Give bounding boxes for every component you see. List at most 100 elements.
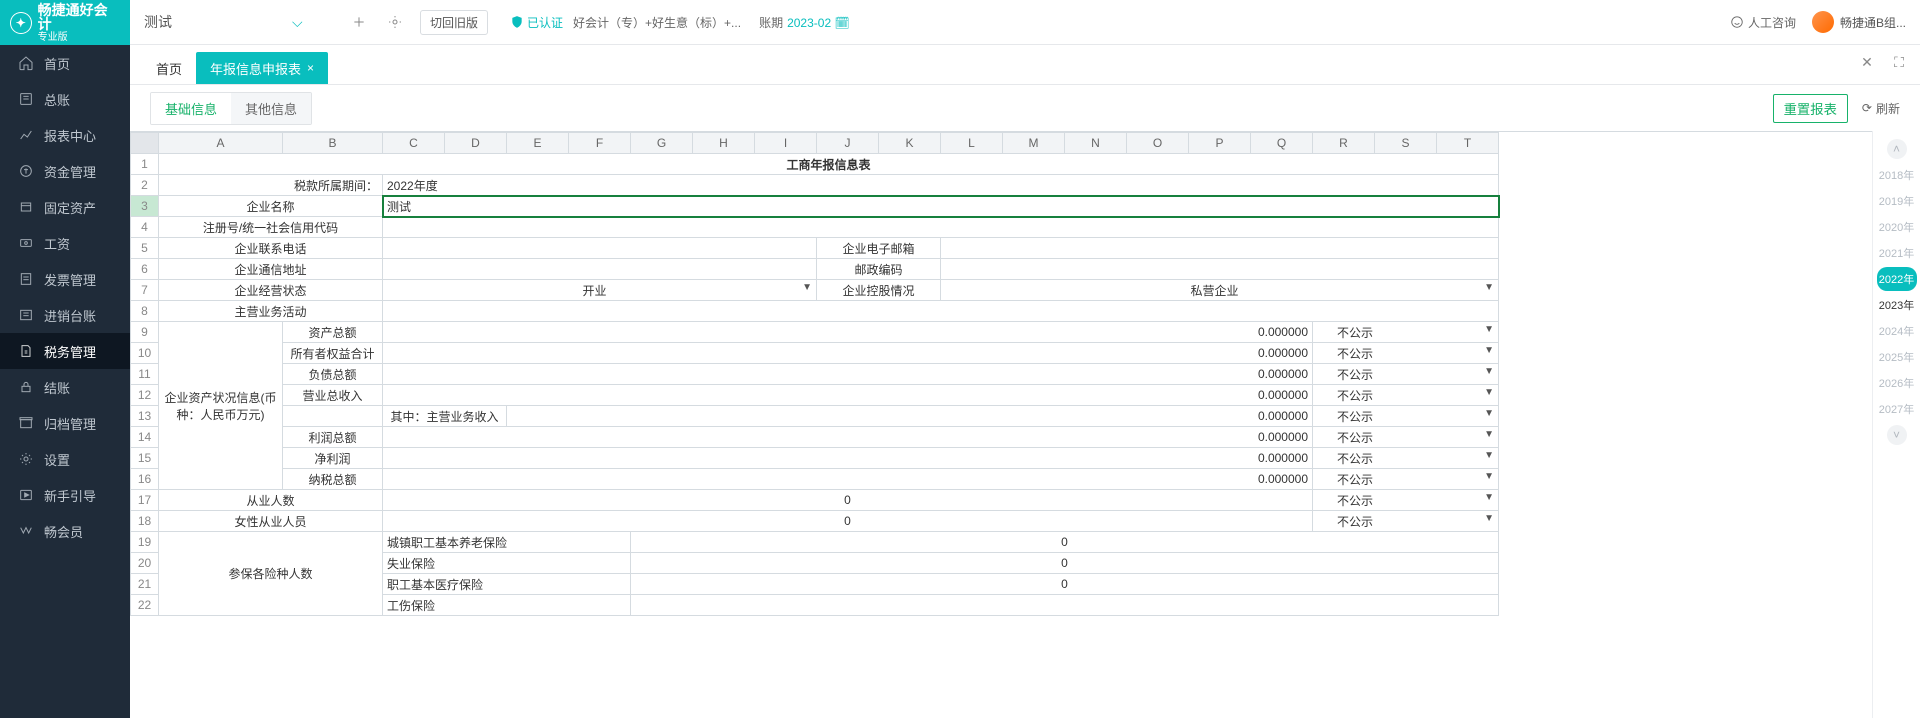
cell-value[interactable]: 0.000000 <box>383 469 1313 490</box>
year-item[interactable]: 2021年 <box>1877 241 1917 265</box>
cell-value[interactable]: 0 <box>631 553 1499 574</box>
cell-value[interactable] <box>941 238 1499 259</box>
cell-label[interactable]: 失业保险 <box>383 553 631 574</box>
calendar-icon[interactable]: 🗓 <box>834 16 849 30</box>
dropdown-cell[interactable]: 私营企业▼ <box>941 280 1499 301</box>
sheet-scroll[interactable]: A B C D E F G H I J K L M <box>130 131 1872 718</box>
col-header[interactable]: J <box>817 133 879 154</box>
row-header[interactable]: 4 <box>131 217 159 238</box>
add-icon[interactable] <box>348 11 370 33</box>
cell-label[interactable]: 营业总收入 <box>283 385 383 406</box>
period-value[interactable]: 2023-02 <box>787 16 831 30</box>
col-header[interactable]: O <box>1127 133 1189 154</box>
refresh-button[interactable]: ⟳刷新 <box>1862 100 1900 117</box>
row-header[interactable]: 7 <box>131 280 159 301</box>
row-header[interactable]: 5 <box>131 238 159 259</box>
cell-label[interactable]: 所有者权益合计 <box>283 343 383 364</box>
row-header[interactable]: 8 <box>131 301 159 322</box>
cell-label[interactable]: 负债总额 <box>283 364 383 385</box>
cell-value[interactable] <box>631 595 1499 616</box>
row-header[interactable]: 11 <box>131 364 159 385</box>
year-item[interactable]: 2018年 <box>1877 163 1917 187</box>
sidebar-item-ledger[interactable]: 总账 <box>0 81 130 117</box>
cell-value[interactable]: 0.000000 <box>383 343 1313 364</box>
row-header[interactable]: 15 <box>131 448 159 469</box>
col-header[interactable]: G <box>631 133 693 154</box>
user-menu[interactable]: 畅捷通B组... <box>1812 11 1906 33</box>
support-link[interactable]: 人工咨询 <box>1730 14 1796 31</box>
col-header[interactable]: K <box>879 133 941 154</box>
col-header[interactable]: I <box>755 133 817 154</box>
subtab-basic[interactable]: 基础信息 <box>151 93 231 124</box>
cell-label[interactable]: 税款所属期间： <box>159 175 383 196</box>
cell-value[interactable]: 0.000000 <box>383 322 1313 343</box>
sidebar-item-reports[interactable]: 报表中心 <box>0 117 130 153</box>
sidebar-item-closing[interactable]: 结账 <box>0 369 130 405</box>
close-icon[interactable]: × <box>307 61 314 75</box>
row-header[interactable]: 19 <box>131 532 159 553</box>
col-header[interactable]: B <box>283 133 383 154</box>
col-header[interactable]: M <box>1003 133 1065 154</box>
col-header[interactable]: E <box>507 133 569 154</box>
cell-label[interactable]: 其中：主营业务收入 <box>383 406 507 427</box>
dropdown-cell[interactable]: 不公示▼ <box>1313 427 1499 448</box>
year-prev-icon[interactable]: ˄ <box>1887 139 1907 159</box>
cell-value[interactable]: 0.000000 <box>383 385 1313 406</box>
col-header[interactable]: F <box>569 133 631 154</box>
dropdown-cell[interactable]: 不公示▼ <box>1313 511 1499 532</box>
row-header[interactable]: 9 <box>131 322 159 343</box>
switch-old-button[interactable]: 切回旧版 <box>420 10 488 35</box>
row-header[interactable]: 14 <box>131 427 159 448</box>
cell-label[interactable]: 邮政编码 <box>817 259 941 280</box>
col-header[interactable]: L <box>941 133 1003 154</box>
row-header[interactable]: 12 <box>131 385 159 406</box>
cell-value[interactable]: 0 <box>383 511 1313 532</box>
tab-close-all-icon[interactable]: ✕ <box>1856 51 1878 73</box>
dropdown-cell[interactable]: 不公示▼ <box>1313 343 1499 364</box>
tab-home[interactable]: 首页 <box>142 52 196 84</box>
cell-label[interactable]: 净利润 <box>283 448 383 469</box>
year-item[interactable]: 2023年 <box>1877 293 1917 317</box>
cell-label[interactable]: 城镇职工基本养老保险 <box>383 532 631 553</box>
col-header[interactable]: D <box>445 133 507 154</box>
sidebar-item-inventory[interactable]: 进销台账 <box>0 297 130 333</box>
col-header[interactable]: Q <box>1251 133 1313 154</box>
year-item[interactable]: 2025年 <box>1877 345 1917 369</box>
row-header[interactable]: 17 <box>131 490 159 511</box>
active-cell[interactable]: 测试 <box>383 196 1499 217</box>
dropdown-cell[interactable]: 开业▼ <box>383 280 817 301</box>
row-header[interactable]: 20 <box>131 553 159 574</box>
dropdown-cell[interactable]: 不公示▼ <box>1313 406 1499 427</box>
subtab-other[interactable]: 其他信息 <box>231 93 311 124</box>
cell-group[interactable]: 参保各险种人数 <box>159 532 383 616</box>
cell-value[interactable] <box>383 217 1499 238</box>
col-header[interactable]: T <box>1437 133 1499 154</box>
dropdown-cell[interactable]: 不公示▼ <box>1313 469 1499 490</box>
cell-value[interactable]: 0 <box>383 490 1313 511</box>
cell-label[interactable]: 工伤保险 <box>383 595 631 616</box>
cell-label[interactable]: 主营业务活动 <box>159 301 383 322</box>
reset-report-button[interactable]: 重置报表 <box>1773 94 1848 123</box>
cell-label[interactable]: 从业人数 <box>159 490 383 511</box>
row-header[interactable]: 6 <box>131 259 159 280</box>
sidebar-item-guide[interactable]: 新手引导 <box>0 477 130 513</box>
row-header[interactable]: 1 <box>131 154 159 175</box>
cell-label[interactable]: 注册号/统一社会信用代码 <box>159 217 383 238</box>
row-header[interactable]: 18 <box>131 511 159 532</box>
tab-expand-icon[interactable]: ⛶ <box>1888 51 1910 73</box>
year-item[interactable]: 2026年 <box>1877 371 1917 395</box>
year-item[interactable]: 2020年 <box>1877 215 1917 239</box>
cell-value[interactable]: 0.000000 <box>507 406 1313 427</box>
cell-value[interactable] <box>383 259 817 280</box>
col-header[interactable]: P <box>1189 133 1251 154</box>
row-header[interactable]: 13 <box>131 406 159 427</box>
sidebar-item-settings[interactable]: 设置 <box>0 441 130 477</box>
row-header[interactable]: 21 <box>131 574 159 595</box>
corner-cell[interactable] <box>131 133 159 154</box>
col-header[interactable]: S <box>1375 133 1437 154</box>
col-header[interactable]: A <box>159 133 283 154</box>
sheet-title[interactable]: 工商年报信息表 <box>159 154 1499 175</box>
sidebar-item-tax[interactable]: 税务管理 <box>0 333 130 369</box>
cell-value[interactable] <box>383 238 817 259</box>
cell-label[interactable]: 纳税总额 <box>283 469 383 490</box>
